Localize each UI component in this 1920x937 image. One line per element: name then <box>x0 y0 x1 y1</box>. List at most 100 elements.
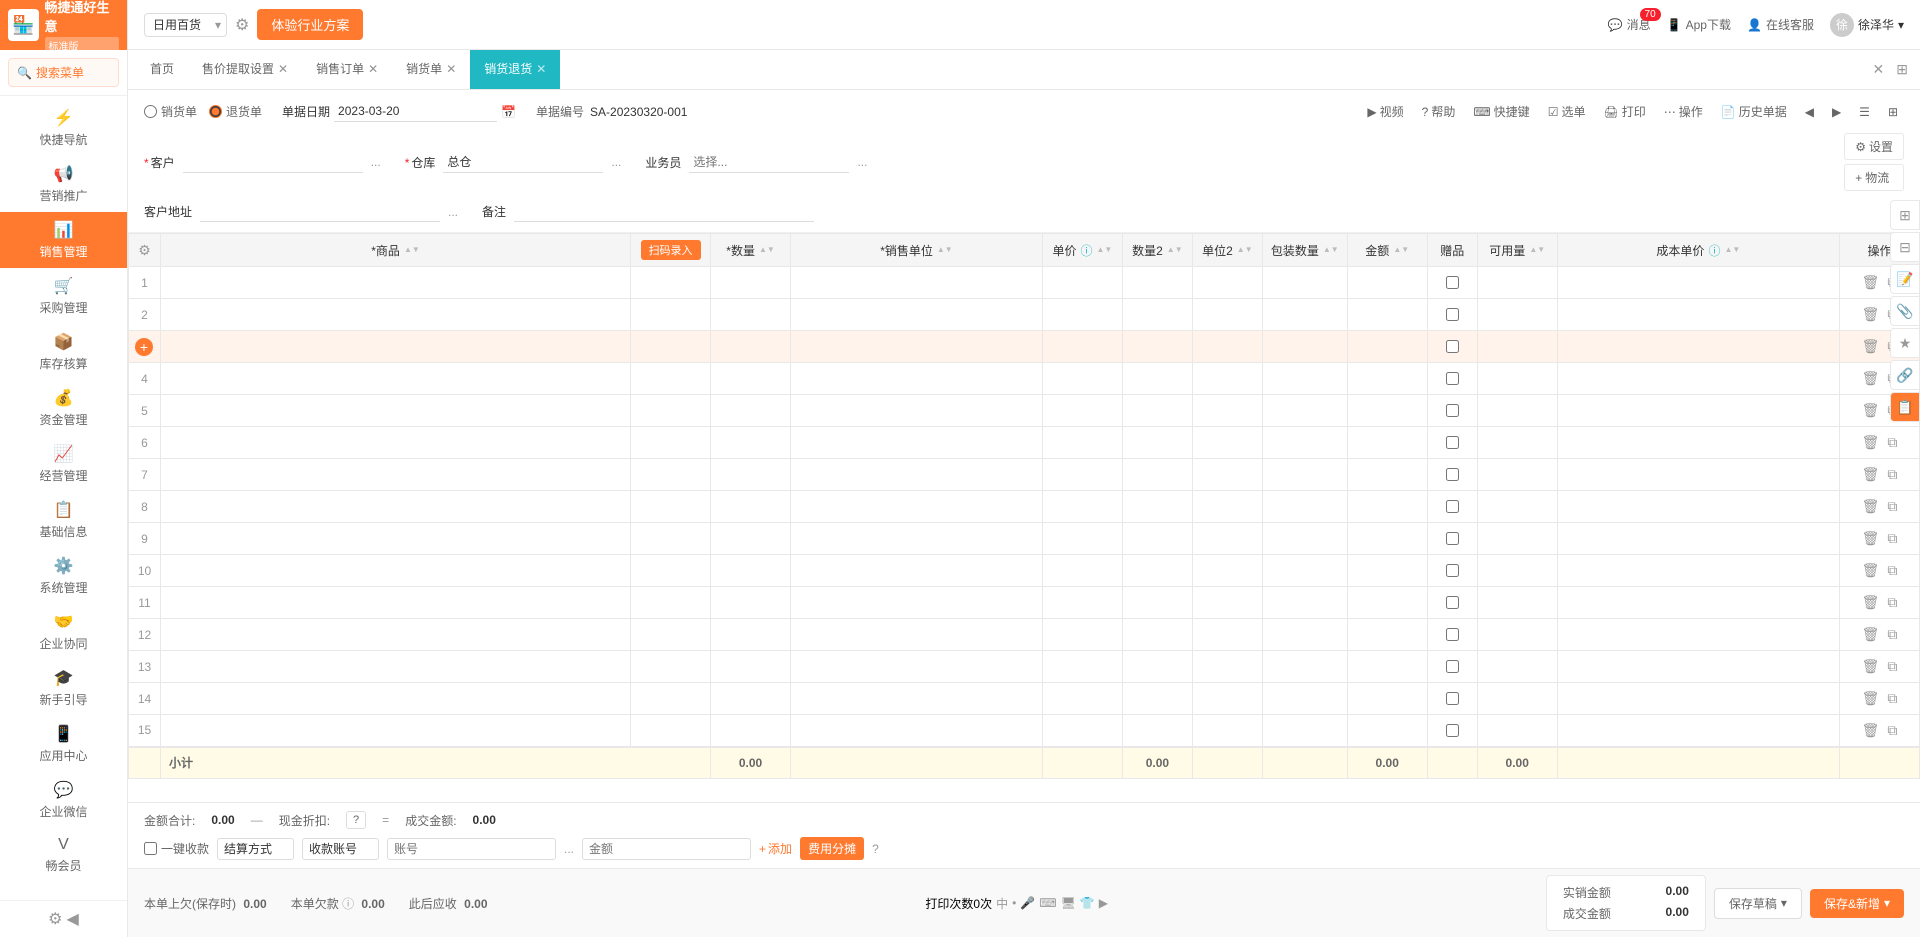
gift-checkbox-11[interactable] <box>1446 596 1459 609</box>
product-cell-9[interactable] <box>161 523 631 555</box>
fee-help-icon[interactable]: ? <box>872 842 879 856</box>
remark-input[interactable] <box>514 201 814 222</box>
avail-cell-8[interactable] <box>1477 491 1557 523</box>
cost-cell-8[interactable] <box>1557 491 1839 523</box>
amount-cell-1[interactable] <box>1347 267 1427 299</box>
qty2-cell-4[interactable] <box>1122 363 1192 395</box>
unit-cell-7[interactable] <box>791 459 1043 491</box>
tab-sale-order[interactable]: 销售订单 ✕ <box>302 50 392 89</box>
unit2-cell-14[interactable] <box>1192 683 1262 715</box>
video-button[interactable]: ▶ 视频 <box>1361 100 1409 123</box>
avail-cell-2[interactable] <box>1477 299 1557 331</box>
unit2-cell-6[interactable] <box>1192 427 1262 459</box>
avail-cell-11[interactable] <box>1477 587 1557 619</box>
amount-cell-10[interactable] <box>1347 555 1427 587</box>
rfloat-note-button[interactable]: 📝 <box>1890 264 1920 294</box>
radio-sale-bill-input[interactable] <box>144 105 157 118</box>
copy-row-9-button[interactable]: ⧉ <box>1885 528 1899 549</box>
list-view-button[interactable]: ☰ <box>1853 102 1876 122</box>
copy-row-7-button[interactable]: ⧉ <box>1885 464 1899 485</box>
next-record-button[interactable]: ▶ <box>1826 102 1847 122</box>
unit2-cell-5[interactable] <box>1192 395 1262 427</box>
amount-cell-7[interactable] <box>1347 459 1427 491</box>
sidebar-item-marketing[interactable]: 📢 营销推广 <box>0 156 127 212</box>
price-cell-10[interactable] <box>1042 555 1122 587</box>
unit2-cell-7[interactable] <box>1192 459 1262 491</box>
rfloat-collapse-button[interactable]: ⊟ <box>1890 232 1920 262</box>
pack-cell-10[interactable] <box>1262 555 1347 587</box>
product-input-2[interactable] <box>167 308 624 322</box>
shortcut-button[interactable]: ⌨ 快捷键 <box>1467 100 1535 123</box>
cost-cell-12[interactable] <box>1557 619 1839 651</box>
unit-cell-2[interactable] <box>791 299 1043 331</box>
product-input-6[interactable] <box>167 436 624 450</box>
rfloat-attach-button[interactable]: 📎 <box>1890 296 1920 326</box>
qty-cell-14[interactable] <box>711 683 791 715</box>
product-cell-7[interactable] <box>161 459 631 491</box>
tab-sale-price[interactable]: 售价提取设置 ✕ <box>188 50 302 89</box>
logistics-button[interactable]: + 物流 <box>1844 164 1904 191</box>
qty-cell-9[interactable] <box>711 523 791 555</box>
product-cell-4[interactable] <box>161 363 631 395</box>
product-cell-3[interactable] <box>161 331 631 363</box>
prev-record-button[interactable]: ◀ <box>1799 102 1820 122</box>
form-settings-button[interactable]: ⚙ 设置 <box>1844 133 1904 160</box>
product-cell-13[interactable] <box>161 651 631 683</box>
unit2-cell-15[interactable] <box>1192 715 1262 747</box>
cost-cell-1[interactable] <box>1557 267 1839 299</box>
unit-cell-13[interactable] <box>791 651 1043 683</box>
unit2-cell-2[interactable] <box>1192 299 1262 331</box>
gift-checkbox-9[interactable] <box>1446 532 1459 545</box>
unit2-sort-icon[interactable]: ▲▼ <box>1237 247 1253 253</box>
debt-info-icon[interactable]: ⓘ <box>342 897 354 911</box>
price-cell-13[interactable] <box>1042 651 1122 683</box>
gift-checkbox-7[interactable] <box>1446 468 1459 481</box>
qty-cell-1[interactable] <box>711 267 791 299</box>
delete-row-15-button[interactable]: 🗑 <box>1860 720 1882 741</box>
sidebar-item-inventory[interactable]: 📦 库存核算 <box>0 324 127 380</box>
product-input-13[interactable] <box>167 660 624 674</box>
amount-cell-2[interactable] <box>1347 299 1427 331</box>
product-cell-6[interactable] <box>161 427 631 459</box>
amount-cell-9[interactable] <box>1347 523 1427 555</box>
price-cell-14[interactable] <box>1042 683 1122 715</box>
cost-cell-4[interactable] <box>1557 363 1839 395</box>
unit-cell-4[interactable] <box>791 363 1043 395</box>
unit-cell-14[interactable] <box>791 683 1043 715</box>
price-info-icon[interactable]: ⓘ <box>1080 242 1092 259</box>
product-cell-10[interactable] <box>161 555 631 587</box>
avail-cell-4[interactable] <box>1477 363 1557 395</box>
qty-cell-10[interactable] <box>711 555 791 587</box>
account-input[interactable] <box>387 838 556 860</box>
staff-picker-button[interactable]: ... <box>857 155 867 169</box>
fee-split-button[interactable]: 费用分摊 <box>800 837 864 860</box>
qty2-cell-9[interactable] <box>1122 523 1192 555</box>
qty-cell-13[interactable] <box>711 651 791 683</box>
gift-checkbox-3[interactable] <box>1446 340 1459 353</box>
qty-cell-11[interactable] <box>711 587 791 619</box>
delete-row-14-button[interactable]: 🗑 <box>1860 688 1882 709</box>
qty2-cell-8[interactable] <box>1122 491 1192 523</box>
radio-return-bill-input[interactable] <box>209 105 222 118</box>
delete-row-4-button[interactable]: 🗑 <box>1860 368 1882 389</box>
customer-input[interactable] <box>183 152 363 173</box>
tab-close-sale-order[interactable]: ✕ <box>368 62 378 76</box>
tab-close-sale-bill[interactable]: ✕ <box>446 62 456 76</box>
qty2-cell-13[interactable] <box>1122 651 1192 683</box>
unit2-cell-4[interactable] <box>1192 363 1262 395</box>
calendar-icon[interactable]: 📅 <box>501 105 516 119</box>
product-cell-14[interactable] <box>161 683 631 715</box>
copy-row-8-button[interactable]: ⧉ <box>1885 496 1899 517</box>
delete-row-7-button[interactable]: 🗑 <box>1860 464 1882 485</box>
qty2-cell-6[interactable] <box>1122 427 1192 459</box>
add-fee-button[interactable]: + 添加 <box>759 840 792 857</box>
available-sort-icon[interactable]: ▲▼ <box>1529 247 1545 253</box>
sidebar-item-operations[interactable]: 📈 经营管理 <box>0 436 127 492</box>
cost-cell-3[interactable] <box>1557 331 1839 363</box>
sidebar-item-wechat[interactable]: 💬 企业微信 <box>0 772 127 828</box>
delete-row-9-button[interactable]: 🗑 <box>1860 528 1882 549</box>
customer-picker-button[interactable]: ... <box>371 155 381 169</box>
avail-cell-12[interactable] <box>1477 619 1557 651</box>
unit2-cell-11[interactable] <box>1192 587 1262 619</box>
cost-cell-2[interactable] <box>1557 299 1839 331</box>
